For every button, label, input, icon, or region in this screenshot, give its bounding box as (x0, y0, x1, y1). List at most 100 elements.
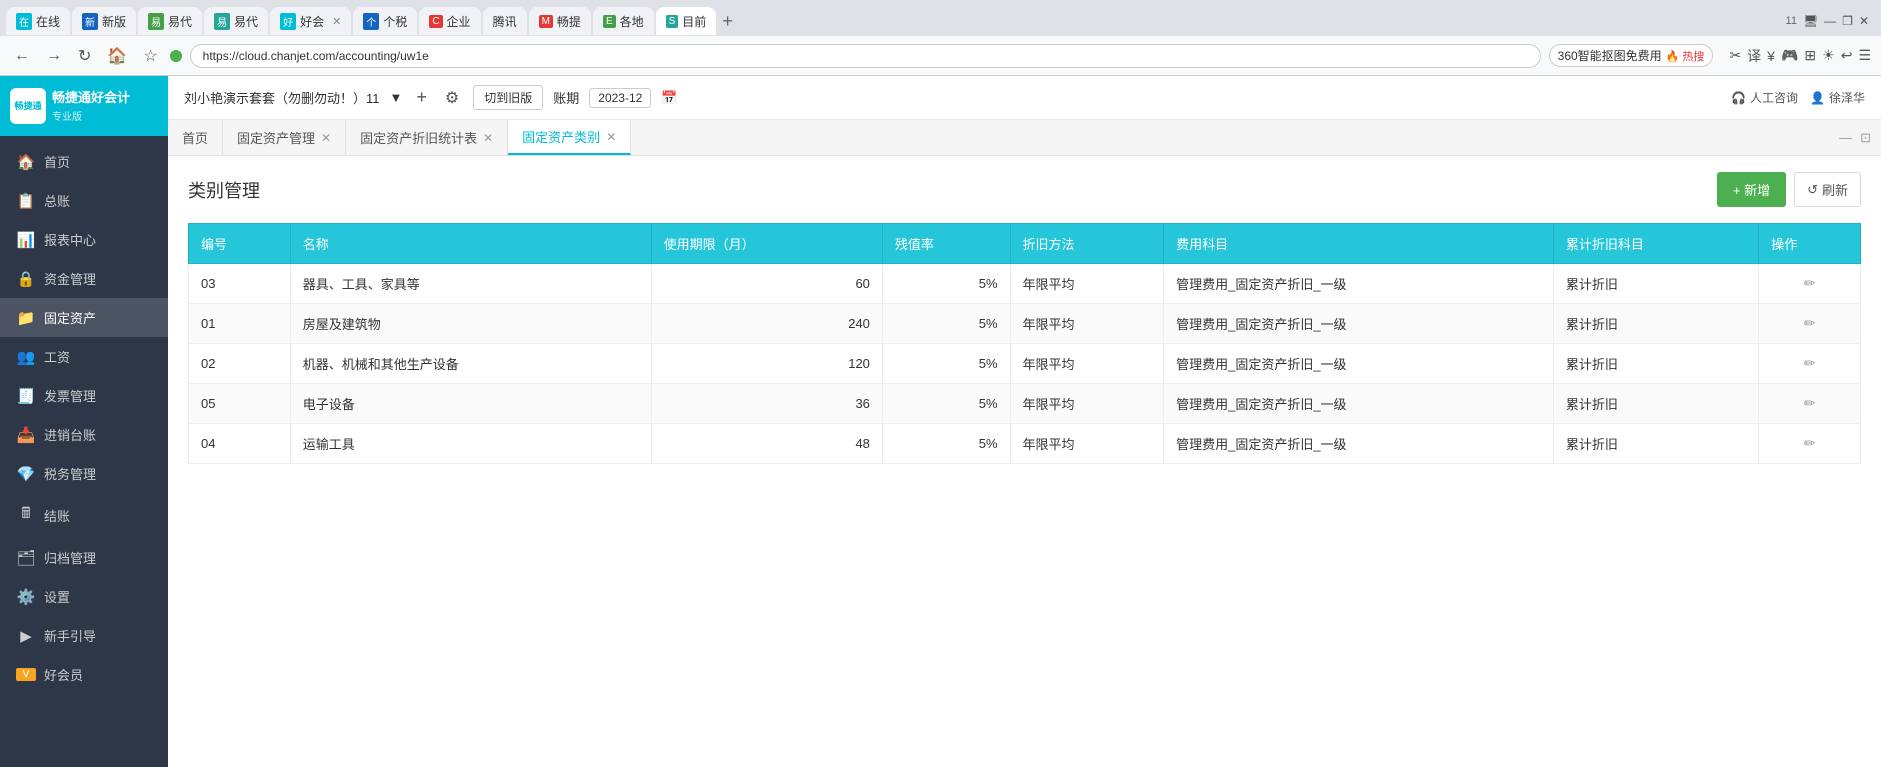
bookmark-button[interactable]: ☆ (139, 44, 161, 68)
page-tab-home[interactable]: 首页 (168, 120, 223, 155)
sidebar-item-home[interactable]: 🏠 首页 (0, 142, 168, 181)
sidebar-item-archive[interactable]: 🗂 归档管理 (0, 538, 168, 577)
cell-method: 年限平均 (1010, 344, 1164, 384)
edit-row-button[interactable]: ✏ (1804, 355, 1816, 371)
page-title-row: 类别管理 + 新增 ↺ 刷新 (188, 172, 1861, 207)
browser-tab-yidai2[interactable]: 易 易代 (204, 7, 268, 35)
sidebar-item-invoices[interactable]: 🧾 发票管理 (0, 376, 168, 415)
game-icon[interactable]: 🎮 (1781, 47, 1798, 64)
browser-tab-gedi[interactable]: E 各地 (593, 7, 654, 35)
add-company-button[interactable]: + (412, 85, 431, 110)
sidebar-item-vip[interactable]: V 好会员 (0, 655, 168, 694)
page-tab-depreciation-stats[interactable]: 固定资产折旧统计表 ✕ (346, 120, 508, 155)
col-header-name: 名称 (290, 224, 651, 264)
sidebar-item-checkout[interactable]: 🖩 结账 (0, 493, 168, 538)
cell-code[interactable]: 01 (189, 304, 291, 344)
translate-icon[interactable]: 译 (1747, 46, 1761, 66)
page-tab-assets-mgmt[interactable]: 固定资产管理 ✕ (223, 120, 346, 155)
reload-button[interactable]: ↻ (74, 44, 95, 68)
sidebar-item-general-ledger[interactable]: 📋 总账 (0, 181, 168, 220)
period-value[interactable]: 2023-12 (589, 88, 651, 108)
search-bar[interactable]: 360智能抠图免费用 🔥 热搜 (1549, 44, 1714, 67)
back-button[interactable]: ← (10, 45, 34, 67)
browser-tab-zaixin[interactable]: 在 在线 (6, 7, 70, 35)
sidebar-item-tax[interactable]: 💎 税务管理 (0, 454, 168, 493)
sidebar-label-salary: 工资 (44, 347, 70, 366)
col-header-period: 使用期限（月） (651, 224, 882, 264)
company-name: 刘小艳演示套套（勿删勿动！）11 (184, 88, 380, 107)
sidebar-item-purchase-sales[interactable]: 📥 进销台账 (0, 415, 168, 454)
cell-code[interactable]: 03 (189, 264, 291, 304)
sidebar-label-ledger: 总账 (44, 191, 70, 210)
close-categories-tab[interactable]: ✕ (606, 130, 616, 144)
sidebar-item-salary[interactable]: 👥 工资 (0, 337, 168, 376)
cell-expense: 管理费用_固定资产折旧_一级 (1164, 304, 1554, 344)
wallet-icon[interactable]: ¥ (1767, 48, 1775, 64)
edit-row-button[interactable]: ✏ (1804, 275, 1816, 291)
browser-tab-tencent[interactable]: 腾讯 (483, 7, 527, 35)
browser-tab-yidai1[interactable]: 易 易代 (138, 7, 202, 35)
browser-tab-mubiao[interactable]: S 目前 (656, 7, 717, 35)
calendar-icon[interactable]: 📅 (661, 90, 677, 106)
col-header-actions: 操作 (1759, 224, 1861, 264)
user-name: 徐泽华 (1829, 89, 1865, 106)
cell-code[interactable]: 02 (189, 344, 291, 384)
browser-tab-changtie[interactable]: M 畅提 (529, 7, 591, 35)
refresh-button[interactable]: ↺ 刷新 (1794, 172, 1861, 207)
header-right: 🎧 人工咨询 👤 徐泽华 (1731, 89, 1865, 106)
undo-icon[interactable]: ↩ (1841, 47, 1853, 64)
assets-icon: 📁 (16, 309, 36, 327)
add-category-button[interactable]: + 新增 (1717, 172, 1786, 207)
cell-code[interactable]: 04 (189, 424, 291, 464)
sidebar-item-fixed-assets[interactable]: 📁 固定资产 (0, 298, 168, 337)
home-button[interactable]: 🏠 (103, 44, 131, 68)
sun-icon[interactable]: ☀ (1822, 47, 1835, 64)
new-tab-button[interactable]: + (718, 11, 737, 32)
browser-tab-geshui[interactable]: 个 个税 (353, 7, 417, 35)
logo-text-block: 畅捷通好会计 专业版 (52, 89, 130, 122)
forward-button[interactable]: → (42, 45, 66, 67)
page-tab-depreciation-stats-label: 固定资产折旧统计表 (360, 128, 477, 147)
cell-code[interactable]: 05 (189, 384, 291, 424)
table-row: 05 电子设备 36 5% 年限平均 管理费用_固定资产折旧_一级 累计折旧 ✏ (189, 384, 1861, 424)
sidebar: 畅捷通 畅捷通好会计 专业版 🏠 首页 📋 总账 📊 报表中心 🔒 资金 (0, 76, 168, 767)
sidebar-item-reports[interactable]: 📊 报表中心 (0, 220, 168, 259)
browser-tab-haohui[interactable]: 好 好会 ✕ (270, 7, 351, 35)
close-haohui-tab[interactable]: ✕ (332, 15, 341, 28)
cut-icon[interactable]: ✂ (1729, 47, 1741, 64)
salary-icon: 👥 (16, 348, 36, 366)
close-depreciation-stats-tab[interactable]: ✕ (483, 131, 493, 145)
col-header-code: 编号 (189, 224, 291, 264)
refresh-icon: ↺ (1807, 182, 1818, 198)
edit-row-button[interactable]: ✏ (1804, 395, 1816, 411)
grid-icon[interactable]: ⊞ (1804, 47, 1816, 64)
secure-icon (170, 50, 182, 62)
edit-row-button[interactable]: ✏ (1804, 435, 1816, 451)
maximize-page-icon[interactable]: ⊡ (1860, 130, 1871, 146)
dropdown-arrow[interactable]: ▼ (390, 90, 403, 105)
menu-icon[interactable]: ☰ (1858, 47, 1871, 64)
browser-tab-xinban[interactable]: 新 新版 (72, 7, 136, 35)
content-inner: 类别管理 + 新增 ↺ 刷新 编号 名称 (168, 156, 1881, 767)
page-title: 类别管理 (188, 177, 260, 203)
browser-tab-qiye[interactable]: C 企业 (419, 7, 480, 35)
customer-service[interactable]: 🎧 人工咨询 (1731, 89, 1798, 106)
headset-icon: 🎧 (1731, 91, 1746, 105)
sidebar-item-funds[interactable]: 🔒 资金管理 (0, 259, 168, 298)
col-header-rate: 残值率 (882, 224, 1010, 264)
cell-rate: 5% (882, 384, 1010, 424)
minimize-page-icon[interactable]: — (1839, 130, 1852, 145)
settings-header-button[interactable]: ⚙ (441, 86, 463, 110)
edit-row-button[interactable]: ✏ (1804, 315, 1816, 331)
logo-title: 畅捷通好会计 (52, 89, 130, 107)
app-container: 畅捷通 畅捷通好会计 专业版 🏠 首页 📋 总账 📊 报表中心 🔒 资金 (0, 76, 1881, 767)
close-assets-mgmt-tab[interactable]: ✕ (321, 131, 331, 145)
cell-actions: ✏ (1759, 304, 1861, 344)
sidebar-item-settings[interactable]: ⚙️ 设置 (0, 577, 168, 616)
user-profile[interactable]: 👤 徐泽华 (1810, 89, 1865, 106)
url-input[interactable] (190, 44, 1541, 68)
switch-view-button[interactable]: 切到旧版 (473, 85, 543, 110)
cell-name: 运输工具 (290, 424, 651, 464)
sidebar-item-guide[interactable]: ▶ 新手引导 (0, 616, 168, 655)
page-tab-categories[interactable]: 固定资产类别 ✕ (508, 120, 631, 155)
